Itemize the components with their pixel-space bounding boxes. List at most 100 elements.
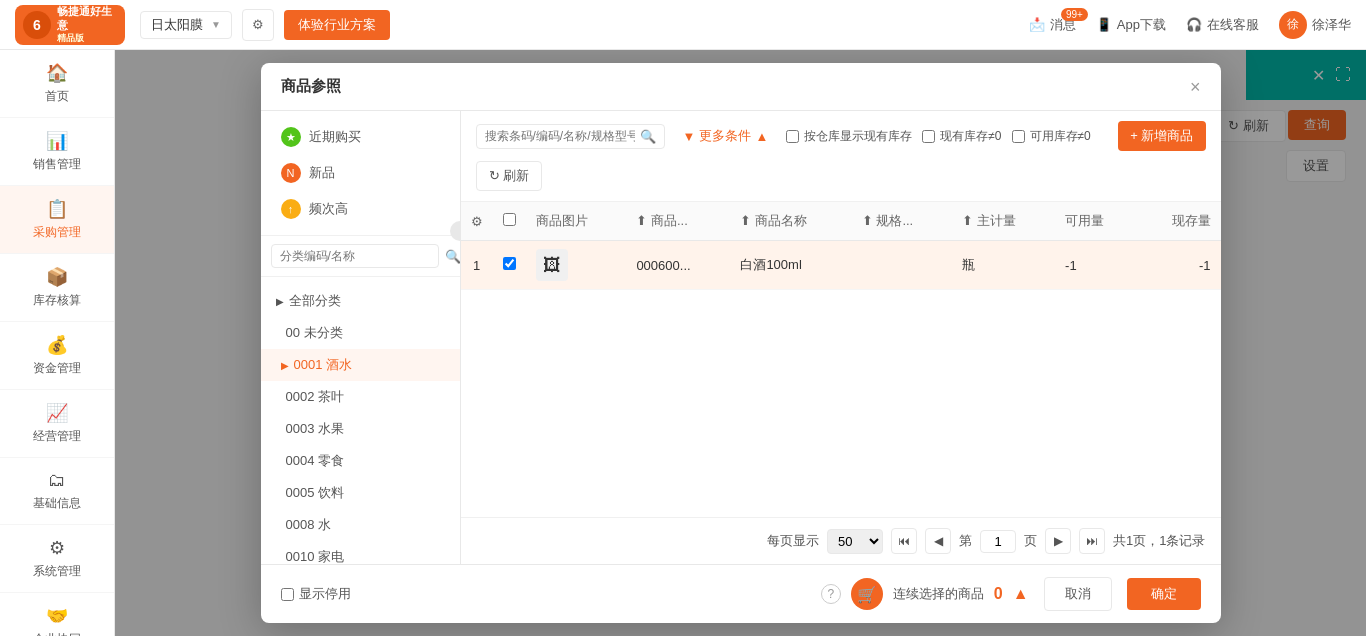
row-checkbox[interactable] xyxy=(493,241,526,290)
confirm-button[interactable]: 确定 xyxy=(1127,578,1201,610)
disabled-checkbox-input[interactable] xyxy=(281,588,294,601)
settings-button[interactable]: ⚙ xyxy=(242,9,274,41)
available-checkbox-input[interactable] xyxy=(1012,130,1025,143)
quick-frequent[interactable]: ↑ 频次高 xyxy=(271,193,450,225)
modal-body: ★ 近期购买 N 新品 ↑ 频次高 《 xyxy=(261,111,1221,564)
sidebar-item-collab[interactable]: 🤝 企业协同 xyxy=(0,593,114,636)
quick-recent-label: 近期购买 xyxy=(309,128,361,146)
add-product-button[interactable]: + 新增商品 xyxy=(1118,121,1205,151)
trial-button[interactable]: 体验行业方案 xyxy=(284,10,390,40)
category-drink[interactable]: 0005 饮料 xyxy=(261,477,460,509)
store-selector[interactable]: 日太阳膜 ▼ xyxy=(140,11,232,39)
quick-recent[interactable]: ★ 近期购买 xyxy=(271,121,450,153)
sidebar-label-collab: 企业协同 xyxy=(33,631,81,636)
app-label: App下载 xyxy=(1117,16,1166,34)
cart-area: ? 🛒 连续选择的商品 0 ▲ xyxy=(821,578,1029,610)
operation-icon: 📈 xyxy=(46,402,68,424)
quick-new[interactable]: N 新品 xyxy=(271,157,450,189)
service-button[interactable]: 🎧 在线客服 xyxy=(1186,16,1259,34)
select-all-checkbox[interactable] xyxy=(503,213,516,226)
product-search-input[interactable] xyxy=(485,129,635,143)
category-snack[interactable]: 0004 零食 xyxy=(261,445,460,477)
modal-overlay: 商品参照 × ★ 近期购买 N 新品 xyxy=(115,50,1366,636)
th-select-all[interactable] xyxy=(493,202,526,241)
purchase-icon: 📋 xyxy=(46,198,68,220)
selector-arrow-icon: ▼ xyxy=(211,19,221,30)
sidebar-item-finance[interactable]: 💰 资金管理 xyxy=(0,322,114,390)
sidebar-label-purchase: 采购管理 xyxy=(33,224,81,241)
product-search-icon[interactable]: 🔍 xyxy=(640,129,656,144)
category-fruit-label: 0003 水果 xyxy=(286,420,345,438)
sidebar-item-inventory[interactable]: 📦 库存核算 xyxy=(0,254,114,322)
more-filter-button[interactable]: ▼ 更多条件 ▲ xyxy=(675,123,777,149)
last-page-button[interactable]: ⏭ xyxy=(1079,528,1105,554)
category-liquor[interactable]: ▶ 0001 酒水 xyxy=(261,349,460,381)
category-snack-label: 0004 零食 xyxy=(286,452,345,470)
app-icon: 📱 xyxy=(1096,17,1112,32)
category-tea-label: 0002 茶叶 xyxy=(286,388,345,406)
sidebar-item-home[interactable]: 🏠 首页 xyxy=(0,50,114,118)
page-number-input[interactable] xyxy=(980,530,1016,553)
warehouse-label: 按仓库显示现有库存 xyxy=(804,128,912,145)
row-select-checkbox[interactable] xyxy=(503,257,516,270)
th-unit: ⬆ 主计量 xyxy=(952,202,1055,241)
main-layout: 🏠 首页 📊 销售管理 📋 采购管理 📦 库存核算 💰 资金管理 📈 经营管理 … xyxy=(0,50,1366,636)
warehouse-checkbox-input[interactable] xyxy=(786,130,799,143)
category-search-input[interactable] xyxy=(271,244,439,268)
available-nonzero-checkbox[interactable]: 可用库存≠0 xyxy=(1012,128,1091,145)
collapse-cart-button[interactable]: ▲ xyxy=(1013,585,1029,603)
product-thumbnail: 🖼 xyxy=(536,249,568,281)
avatar: 徐 xyxy=(1279,11,1307,39)
product-search-wrap: 🔍 xyxy=(476,124,665,149)
row-number: 1 xyxy=(461,241,493,290)
liquor-arrow-icon: ▶ xyxy=(281,360,289,371)
table-row[interactable]: 1 🖼 000600... 白酒100ml xyxy=(461,241,1221,290)
app-download-button[interactable]: 📱 App下载 xyxy=(1096,16,1166,34)
message-badge: 99+ xyxy=(1061,8,1088,21)
product-unit-cell: 瓶 xyxy=(952,241,1055,290)
category-tea[interactable]: 0002 茶叶 xyxy=(261,381,460,413)
first-page-button[interactable]: ⏮ xyxy=(891,528,917,554)
warehouse-display-checkbox[interactable]: 按仓库显示现有库存 xyxy=(786,128,912,145)
basic-icon: 🗂 xyxy=(48,470,66,491)
refresh-button[interactable]: ↻ 刷新 xyxy=(476,161,543,191)
stock-nonzero-checkbox[interactable]: 现有库存≠0 xyxy=(922,128,1001,145)
sales-icon: 📊 xyxy=(46,130,68,152)
stock-label: 现有库存≠0 xyxy=(940,128,1001,145)
user-profile[interactable]: 徐 徐泽华 xyxy=(1279,11,1351,39)
category-fruit[interactable]: 0003 水果 xyxy=(261,413,460,445)
sidebar-item-basic[interactable]: 🗂 基础信息 xyxy=(0,458,114,525)
help-icon[interactable]: ? xyxy=(821,584,841,604)
cart-icon: 🛒 xyxy=(851,578,883,610)
modal-right-panel: 🔍 ▼ 更多条件 ▲ 按仓库显示现有库存 xyxy=(461,111,1221,564)
cart-label: 连续选择的商品 xyxy=(893,585,984,603)
prev-page-button[interactable]: ◀ xyxy=(925,528,951,554)
show-disabled-checkbox[interactable]: 显示停用 xyxy=(281,585,351,603)
th-code: ⬆ 商品... xyxy=(626,202,730,241)
stock-checkbox-input[interactable] xyxy=(922,130,935,143)
page-word: 第 xyxy=(959,532,972,550)
next-page-button[interactable]: ▶ xyxy=(1045,528,1071,554)
sidebar-item-purchase[interactable]: 📋 采购管理 xyxy=(0,186,114,254)
page-size-select[interactable]: 20 50 100 xyxy=(827,529,883,554)
brand-name: 畅捷通好生意 xyxy=(57,4,117,33)
category-water[interactable]: 0008 水 xyxy=(261,509,460,541)
category-appliance[interactable]: 0010 家电 xyxy=(261,541,460,564)
filter-icon: ▼ xyxy=(683,129,696,144)
th-settings[interactable]: ⚙ xyxy=(461,202,493,241)
cart-count: 0 xyxy=(994,585,1003,603)
category-all[interactable]: ▶ 全部分类 xyxy=(261,285,460,317)
sidebar-item-operation[interactable]: 📈 经营管理 xyxy=(0,390,114,458)
modal-close-button[interactable]: × xyxy=(1190,78,1201,96)
sidebar-item-sales[interactable]: 📊 销售管理 xyxy=(0,118,114,186)
sidebar-label-operation: 经营管理 xyxy=(33,428,81,445)
new-icon: N xyxy=(281,163,301,183)
messages-button[interactable]: 📩 消息 99+ xyxy=(1029,16,1076,34)
table-header-row: ⚙ 商品图片 ⬆ 商品... ⬆ 商品名称 xyxy=(461,202,1221,241)
category-search-icon[interactable]: 🔍 xyxy=(445,249,461,264)
filter-arrow-icon: ▲ xyxy=(755,129,768,144)
cancel-button[interactable]: 取消 xyxy=(1044,577,1112,611)
category-uncategorized[interactable]: 00 未分类 xyxy=(261,317,460,349)
sidebar-item-system[interactable]: ⚙ 系统管理 xyxy=(0,525,114,593)
brand-logo[interactable]: 6 畅捷通好生意 精品版 xyxy=(15,5,125,45)
